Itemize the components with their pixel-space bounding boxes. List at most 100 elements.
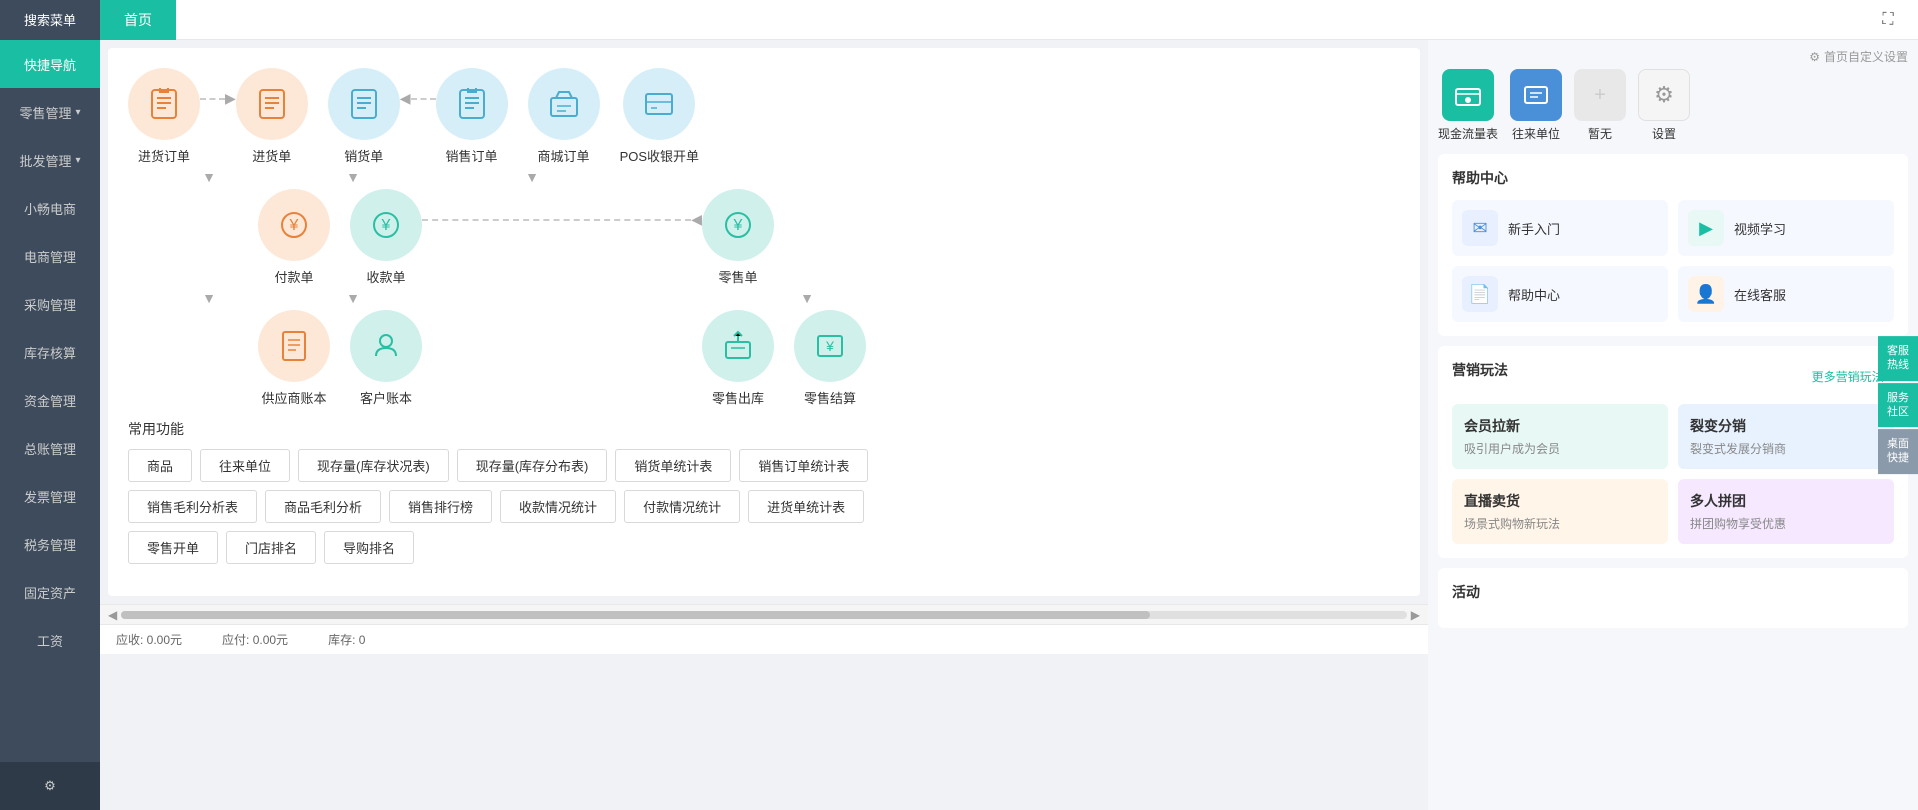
main-panel: 进货订单 ▶ 进货单 [100, 40, 1428, 810]
sidebar-item-inventory[interactable]: 库存核算 [0, 328, 100, 376]
node-retail-settle[interactable]: ¥ 零售结算 [794, 310, 866, 407]
sidebar-item-finance[interactable]: 资金管理 [0, 376, 100, 424]
sales-order-icon [436, 68, 508, 140]
retail-out-label: 零售出库 [712, 388, 764, 407]
marketing-live[interactable]: 直播卖货 场景式购物新玩法 [1452, 479, 1668, 544]
help-item-beginner[interactable]: ✉ 新手入门 [1452, 200, 1668, 256]
svg-text:¥: ¥ [825, 338, 834, 354]
func-btn-guide-rank[interactable]: 导购排名 [324, 531, 414, 564]
func-btn-payment-stats[interactable]: 付款情况统计 [624, 490, 740, 523]
beginner-label: 新手入门 [1508, 219, 1560, 238]
node-mall-order[interactable]: 商城订单 [528, 68, 600, 165]
member-title: 会员拉新 [1464, 416, 1656, 436]
payment-bill-label: 付款单 [274, 267, 313, 286]
node-sales-bill[interactable]: 销货单 [328, 68, 400, 165]
sidebar-item-salary[interactable]: 工资 [0, 616, 100, 664]
func-btn-store-rank[interactable]: 门店排名 [226, 531, 316, 564]
right-panel: ⚙ 首页自定义设置 现金流量表 往来单位 [1428, 40, 1918, 810]
marketing-member[interactable]: 会员拉新 吸引用户成为会员 [1452, 404, 1668, 469]
beginner-icon: ✉ [1462, 210, 1498, 246]
node-customer-ledger[interactable]: 客户账本 [350, 310, 422, 407]
retail-bill-icon: ¥ [702, 189, 774, 261]
quick-access-cashflow[interactable]: 现金流量表 [1438, 69, 1498, 142]
activity-section: 活动 [1438, 568, 1908, 628]
func-btn-retail-order[interactable]: 零售开单 [128, 531, 218, 564]
marketing-group[interactable]: 多人拼团 拼团购物享受优惠 [1678, 479, 1894, 544]
func-btn-goods-profit[interactable]: 商品毛利分析 [265, 490, 381, 523]
func-btn-purchase-stats[interactable]: 进货单统计表 [748, 490, 864, 523]
svg-text:¥: ¥ [289, 217, 299, 234]
chevron-down-icon: ▾ [75, 107, 80, 118]
sidebar-item-quicknav[interactable]: 快捷导航 [0, 40, 100, 88]
payable-stat: 应付: 0.00元 [222, 631, 288, 648]
func-btn-partners[interactable]: 往来单位 [200, 449, 290, 482]
float-desktop-btn[interactable]: 桌面快捷 [1878, 429, 1918, 474]
customize-link[interactable]: ⚙ 首页自定义设置 [1809, 48, 1908, 65]
func-btn-stock-status[interactable]: 现存量(库存状况表) [298, 449, 449, 482]
node-pos-cashier[interactable]: POS收银开单 [620, 68, 699, 165]
search-menu-btn[interactable]: 搜索菜单 [0, 0, 100, 40]
node-supplier-ledger[interactable]: 供应商账本 [258, 310, 330, 407]
chevron-down-icon: ▾ [75, 155, 80, 166]
sidebar-item-ecommerce-mgmt[interactable]: 电商管理 [0, 232, 100, 280]
func-btn-stock-dist[interactable]: 现存量(库存分布表) [457, 449, 608, 482]
node-receipt-bill[interactable]: ¥ 收款单 [350, 189, 422, 286]
bottom-bar: 应收: 0.00元 应付: 0.00元 库存: 0 [100, 624, 1428, 654]
live-desc: 场景式购物新玩法 [1464, 515, 1656, 532]
node-retail-bill[interactable]: ¥ 零售单 [702, 189, 774, 286]
top-bar-right: ⛶ [1874, 6, 1918, 34]
mall-order-icon [528, 68, 600, 140]
sidebar-bottom: ⚙ [0, 762, 100, 810]
fullscreen-button[interactable]: ⛶ [1874, 6, 1902, 34]
help-title: 帮助中心 [1452, 168, 1894, 188]
func-btn-sales-stats[interactable]: 销货单统计表 [615, 449, 731, 482]
marketing-fission[interactable]: 裂变分销 裂变式发展分销商 [1678, 404, 1894, 469]
quick-access-grid: 现金流量表 往来单位 + 暂无 ⚙ [1438, 69, 1908, 142]
top-bar: 搜索菜单 首页 ⛶ [0, 0, 1918, 40]
home-tab[interactable]: 首页 [100, 0, 176, 40]
float-community-btn[interactable]: 服务社区 [1878, 383, 1918, 428]
video-icon: ▶ [1688, 210, 1724, 246]
quick-access-partners[interactable]: 往来单位 [1510, 69, 1562, 142]
node-purchase-order[interactable]: 进货订单 [128, 68, 200, 165]
sales-order-label: 销售订单 [446, 146, 498, 165]
sidebar-item-retail[interactable]: 零售管理 ▾ [0, 88, 100, 136]
scroll-right-btn[interactable]: ▶ [1407, 608, 1424, 622]
node-sales-order[interactable]: 销售订单 [436, 68, 508, 165]
purchase-order-icon [128, 68, 200, 140]
sidebar-item-ecommerce-small[interactable]: 小畅电商 [0, 184, 100, 232]
func-btn-sales-profit[interactable]: 销售毛利分析表 [128, 490, 257, 523]
help-item-service[interactable]: 👤 在线客服 [1678, 266, 1894, 322]
func-btn-order-stats[interactable]: 销售订单统计表 [739, 449, 868, 482]
node-retail-out[interactable]: 零售出库 [702, 310, 774, 407]
sidebar-item-purchase[interactable]: 采购管理 [0, 280, 100, 328]
float-service-btn[interactable]: 客服热线 [1878, 336, 1918, 381]
func-btn-sales-rank[interactable]: 销售排行榜 [389, 490, 492, 523]
service-label: 在线客服 [1734, 285, 1786, 304]
help-item-video[interactable]: ▶ 视频学习 [1678, 200, 1894, 256]
pos-cashier-icon [623, 68, 695, 140]
sidebar-item-tax[interactable]: 税务管理 [0, 520, 100, 568]
sidebar-settings-btn[interactable]: ⚙ [0, 762, 100, 810]
func-btn-goods[interactable]: 商品 [128, 449, 192, 482]
supplier-ledger-label: 供应商账本 [261, 388, 326, 407]
func-btn-receipt-stats[interactable]: 收款情况统计 [500, 490, 616, 523]
sidebar-item-invoice[interactable]: 发票管理 [0, 472, 100, 520]
cashflow-label: 现金流量表 [1438, 125, 1498, 142]
receivable-stat: 应收: 0.00元 [116, 631, 182, 648]
node-payment-bill[interactable]: ¥ 付款单 [258, 189, 330, 286]
sidebar-item-wholesale[interactable]: 批发管理 ▾ [0, 136, 100, 184]
purchase-bill-label: 进货单 [252, 146, 291, 165]
quick-access-none[interactable]: + 暂无 [1574, 69, 1626, 142]
sidebar-item-ledger[interactable]: 总账管理 [0, 424, 100, 472]
help-item-helpcenter[interactable]: 📄 帮助中心 [1452, 266, 1668, 322]
scroll-left-btn[interactable]: ◀ [104, 608, 121, 622]
quick-access-settings[interactable]: ⚙ 设置 [1638, 69, 1690, 142]
purchase-bill-icon [236, 68, 308, 140]
func-buttons-row2: 销售毛利分析表 商品毛利分析 销售排行榜 收款情况统计 付款情况统计 进货单统计… [128, 490, 1400, 523]
sidebar-item-fixedassets[interactable]: 固定资产 [0, 568, 100, 616]
group-desc: 拼团购物享受优惠 [1690, 515, 1882, 532]
scroll-track[interactable] [121, 611, 1407, 619]
cashflow-icon [1442, 69, 1494, 121]
node-purchase-bill[interactable]: 进货单 [236, 68, 308, 165]
